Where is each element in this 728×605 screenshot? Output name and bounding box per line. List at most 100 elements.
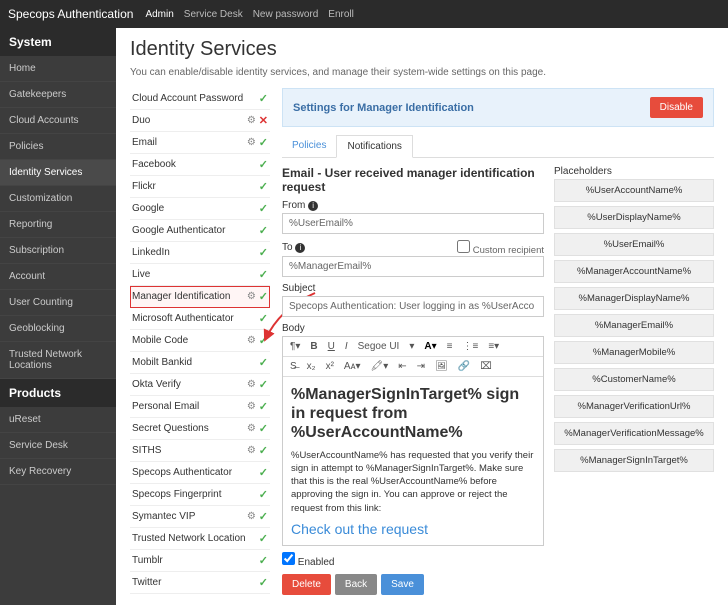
sidebar-item-customization[interactable]: Customization [0,186,116,212]
service-siths[interactable]: SITHS⚙✓ [130,440,270,462]
sidebar-item-service-desk[interactable]: Service Desk [0,433,116,459]
service-specops-fingerprint[interactable]: Specops Fingerprint✓ [130,484,270,506]
body-link[interactable]: Check out the request [291,521,535,537]
editor-body[interactable]: %ManagerSignInTarget% sign in request fr… [283,377,543,545]
list-ul-icon[interactable]: ≡ [444,340,456,353]
sidebar-item-gatekeepers[interactable]: Gatekeepers [0,82,116,108]
sidebar-item-account[interactable]: Account [0,264,116,290]
placeholder-item[interactable]: %ManagerDisplayName% [554,287,714,310]
underline-icon[interactable]: U [325,340,338,353]
service-cloud-account-password[interactable]: Cloud Account Password✓ [130,88,270,110]
gear-icon[interactable]: ⚙ [247,401,256,412]
gear-icon[interactable]: ⚙ [247,335,256,346]
custom-recipient-checkbox[interactable] [457,240,470,253]
service-manager-identification[interactable]: Manager Identification⚙✓ [130,286,270,308]
service-name: Mobilt Bankid [132,357,192,368]
font-color-icon[interactable]: A▾ [421,340,439,353]
to-input[interactable] [282,256,544,277]
service-mobile-code[interactable]: Mobile Code⚙✓ [130,330,270,352]
service-google[interactable]: Google✓ [130,198,270,220]
sidebar-item-cloud-accounts[interactable]: Cloud Accounts [0,108,116,134]
service-email[interactable]: Email⚙✓ [130,132,270,154]
service-mobilt-bankid[interactable]: Mobilt Bankid✓ [130,352,270,374]
service-facebook[interactable]: Facebook✓ [130,154,270,176]
list-ol-icon[interactable]: ⋮≡ [459,340,481,353]
placeholder-item[interactable]: %ManagerVerificationMessage% [554,422,714,445]
service-microsoft-authenticator[interactable]: Microsoft Authenticator✓ [130,308,270,330]
sidebar-item-home[interactable]: Home [0,56,116,82]
topnav-new-password[interactable]: New password [253,9,319,20]
sidebar-item-reporting[interactable]: Reporting [0,212,116,238]
disable-button[interactable]: Disable [650,97,703,118]
from-input[interactable] [282,213,544,234]
service-duo[interactable]: Duo⚙✕ [130,110,270,132]
service-flickr[interactable]: Flickr✓ [130,176,270,198]
clear-icon[interactable]: ⌧ [477,360,495,373]
sub-icon[interactable]: x₂ [304,360,319,373]
check-icon: ✓ [259,488,268,501]
service-trusted-network-location[interactable]: Trusted Network Location✓ [130,528,270,550]
service-linkedin[interactable]: LinkedIn✓ [130,242,270,264]
sidebar-item-key-recovery[interactable]: Key Recovery [0,459,116,485]
strike-icon[interactable]: S̶ [287,360,300,373]
custom-recipient[interactable]: Custom recipient [457,240,544,256]
bold-icon[interactable]: B [307,340,320,353]
indent-icon[interactable]: ⇥ [414,360,428,373]
service-personal-email[interactable]: Personal Email⚙✓ [130,396,270,418]
sidebar-item-subscription[interactable]: Subscription [0,238,116,264]
topnav-enroll[interactable]: Enroll [328,9,354,20]
service-name: Symantec VIP [132,511,195,522]
placeholder-item[interactable]: %UserAccountName% [554,179,714,202]
service-tumblr[interactable]: Tumblr✓ [130,550,270,572]
outdent-icon[interactable]: ⇤ [395,360,409,373]
gear-icon[interactable]: ⚙ [247,379,256,390]
gear-icon[interactable]: ⚙ [247,115,256,126]
placeholder-item[interactable]: %ManagerMobile% [554,341,714,364]
sidebar-item-geoblocking[interactable]: Geoblocking [0,316,116,342]
gear-icon[interactable]: ⚙ [247,445,256,456]
delete-button[interactable]: Delete [282,574,331,595]
gear-icon[interactable]: ⚙ [247,137,256,148]
italic-icon[interactable]: I [342,340,351,353]
placeholder-item[interactable]: %UserEmail% [554,233,714,256]
service-live[interactable]: Live✓ [130,264,270,286]
placeholder-item[interactable]: %ManagerSignInTarget% [554,449,714,472]
size-icon[interactable]: Aᴀ▾ [341,360,364,373]
gear-icon[interactable]: ⚙ [247,423,256,434]
sup-icon[interactable]: x² [323,360,337,373]
placeholder-item[interactable]: %ManagerAccountName% [554,260,714,283]
sidebar-item-user-counting[interactable]: User Counting [0,290,116,316]
subject-input[interactable] [282,296,544,317]
service-specops-authenticator[interactable]: Specops Authenticator✓ [130,462,270,484]
topnav-admin[interactable]: Admin [145,9,173,20]
font-select[interactable]: Segoe UI [355,340,403,353]
image-icon[interactable]: 🖼 [432,360,451,373]
gear-icon[interactable]: ⚙ [247,291,256,302]
enabled-checkbox[interactable] [282,552,295,565]
placeholder-item[interactable]: %ManagerEmail% [554,314,714,337]
service-secret-questions[interactable]: Secret Questions⚙✓ [130,418,270,440]
tab-notifications[interactable]: Notifications [336,135,412,158]
placeholder-item[interactable]: %ManagerVerificationUrl% [554,395,714,418]
align-icon[interactable]: ≡▾ [485,340,502,353]
link-icon[interactable]: 🔗 [455,360,473,373]
service-okta-verify[interactable]: Okta Verify⚙✓ [130,374,270,396]
service-symantec-vip[interactable]: Symantec VIP⚙✓ [130,506,270,528]
placeholder-item[interactable]: %UserDisplayName% [554,206,714,229]
bg-color-icon[interactable]: 🖍▾ [368,360,392,373]
info-icon[interactable]: i [308,201,318,211]
service-twitter[interactable]: Twitter✓ [130,572,270,594]
format-icon[interactable]: ¶▾ [287,340,303,353]
placeholder-item[interactable]: %CustomerName% [554,368,714,391]
info-icon[interactable]: i [295,243,305,253]
tab-policies[interactable]: Policies [282,135,336,157]
service-google-authenticator[interactable]: Google Authenticator✓ [130,220,270,242]
topnav-service-desk[interactable]: Service Desk [184,9,243,20]
sidebar-item-identity-services[interactable]: Identity Services [0,160,116,186]
gear-icon[interactable]: ⚙ [247,511,256,522]
sidebar-item-ureset[interactable]: uReset [0,407,116,433]
back-button[interactable]: Back [335,574,377,595]
sidebar-item-policies[interactable]: Policies [0,134,116,160]
save-button[interactable]: Save [381,574,424,595]
sidebar-item-trusted-network-locations[interactable]: Trusted Network Locations [0,342,116,379]
